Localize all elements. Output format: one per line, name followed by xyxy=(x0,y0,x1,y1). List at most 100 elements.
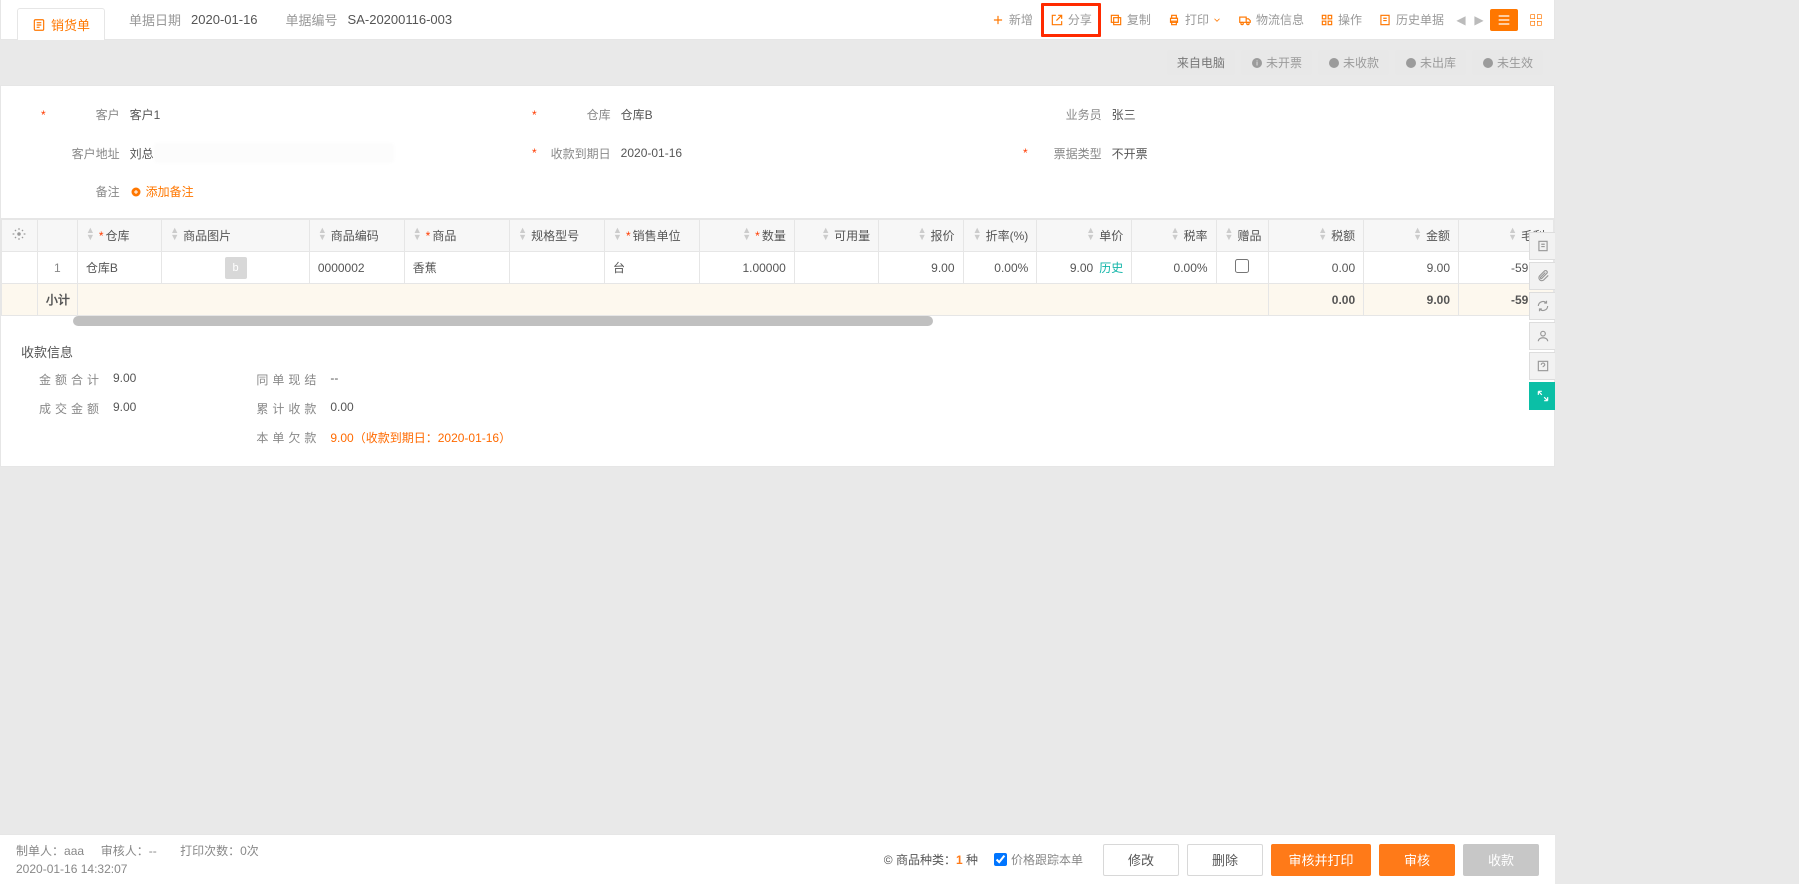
col-product[interactable]: ▲▼*商品 xyxy=(404,220,509,252)
info-icon: i xyxy=(1251,57,1263,69)
user-icon xyxy=(1536,329,1550,343)
badge-source: 来自电脑 xyxy=(1167,50,1235,75)
list-icon xyxy=(1496,12,1512,28)
top-bar: 销货单 单据日期 2020-01-16 单据编号 SA-20200116-003… xyxy=(0,0,1555,40)
badge-uninvoiced: i 未开票 xyxy=(1241,50,1312,75)
invoice-type-value[interactable]: 不开票 xyxy=(1112,145,1148,162)
action-history[interactable]: 历史单据 xyxy=(1370,6,1452,34)
payment-heading: 收款信息 xyxy=(1,326,1554,371)
rail-notes[interactable] xyxy=(1529,232,1555,260)
cell-sku[interactable]: 0000002 xyxy=(309,252,404,284)
col-available[interactable]: ▲▼可用量 xyxy=(794,220,878,252)
footer-bar: 制单人：aaa 审核人：-- 打印次数：0次 2020-01-16 14:32:… xyxy=(0,834,1555,884)
side-rail xyxy=(1529,232,1555,410)
prev-doc[interactable]: ◀ xyxy=(1452,6,1470,34)
auditor: -- xyxy=(149,844,157,858)
field-invoice-type: *票据类型 不开票 xyxy=(1023,143,1514,163)
cell-image[interactable]: b xyxy=(162,252,310,284)
info-icon xyxy=(1482,57,1494,69)
price-follow-checkbox[interactable]: 价格跟踪本单 xyxy=(994,851,1083,868)
action-copy[interactable]: 复制 xyxy=(1101,6,1159,34)
audit-button[interactable]: 审核 xyxy=(1379,844,1455,876)
rail-attach[interactable] xyxy=(1529,262,1555,290)
cell-quote[interactable]: 9.00 xyxy=(879,252,963,284)
col-gift[interactable]: ▲▼赠品 xyxy=(1216,220,1269,252)
order-icon xyxy=(32,18,46,32)
col-price[interactable]: ▲▼单价 xyxy=(1037,220,1132,252)
cell-price[interactable]: 9.00历史 xyxy=(1037,252,1132,284)
gift-checkbox[interactable] xyxy=(1235,259,1249,273)
salesman-value[interactable]: 张三 xyxy=(1112,106,1136,123)
doc-no-label: 单据编号 xyxy=(286,10,338,29)
cell-tax-rate[interactable]: 0.00% xyxy=(1132,252,1216,284)
view-card[interactable] xyxy=(1522,9,1550,31)
plus-circle-icon xyxy=(130,186,142,198)
audit-print-button[interactable]: 审核并打印 xyxy=(1271,844,1371,876)
action-logistics[interactable]: 物流信息 xyxy=(1230,6,1312,34)
help-icon xyxy=(1536,359,1550,373)
rail-help[interactable] xyxy=(1529,352,1555,380)
cell-tax-amt: 0.00 xyxy=(1269,252,1364,284)
table-row[interactable]: 1 仓库B b 0000002 香蕉 台 1.00000 9.00 0.00% … xyxy=(2,252,1554,284)
rail-refresh[interactable] xyxy=(1529,292,1555,320)
edit-button[interactable]: 修改 xyxy=(1103,844,1179,876)
field-customer: *客户 客户1 xyxy=(41,106,532,123)
subtotal-label: 小计 xyxy=(37,284,77,316)
add-note-button[interactable]: 添加备注 xyxy=(130,183,194,200)
accum-receipt: 0.00 xyxy=(330,400,353,417)
info-icon xyxy=(1405,57,1417,69)
subtotal-tax: 0.00 xyxy=(1269,284,1364,316)
top-actions: 新增 分享 复制 打印 物流信息 操作 历史单据 ◀ ▶ xyxy=(983,0,1554,39)
cell-qty[interactable]: 1.00000 xyxy=(699,252,794,284)
due-value[interactable]: 2020-01-16 xyxy=(621,146,682,160)
warehouse-value[interactable]: 仓库B xyxy=(621,106,653,123)
doc-date-label: 单据日期 xyxy=(129,10,181,29)
copy-icon xyxy=(1109,13,1123,27)
subtotal-amount: 9.00 xyxy=(1364,284,1459,316)
rail-expand[interactable] xyxy=(1529,382,1555,410)
address-value[interactable]: 刘总 xyxy=(130,145,154,162)
cell-gift[interactable] xyxy=(1216,252,1269,284)
action-print[interactable]: 打印 xyxy=(1159,6,1230,34)
col-amount[interactable]: ▲▼金额 xyxy=(1364,220,1459,252)
action-new[interactable]: 新增 xyxy=(983,6,1041,34)
tab-label: 销货单 xyxy=(51,15,90,34)
owed-amount: 9.00（收款到期日：2020-01-16） xyxy=(330,429,511,446)
col-spec[interactable]: ▲▼规格型号 xyxy=(510,220,605,252)
main-panel: *客户 客户1 *仓库 仓库B *业务员 张三 *客户地址 刘总 *收款到期日 … xyxy=(0,85,1555,467)
col-warehouse[interactable]: ▲▼*仓库 xyxy=(77,220,161,252)
view-list[interactable] xyxy=(1490,9,1518,31)
tab-sales-order[interactable]: 销货单 xyxy=(17,8,105,40)
cell-discount[interactable]: 0.00% xyxy=(963,252,1037,284)
cell-product[interactable]: 香蕉 xyxy=(404,252,509,284)
cell-available xyxy=(794,252,878,284)
next-doc[interactable]: ▶ xyxy=(1470,6,1488,34)
col-quote[interactable]: ▲▼报价 xyxy=(879,220,963,252)
note-icon xyxy=(1536,239,1550,253)
col-sku[interactable]: ▲▼商品编码 xyxy=(309,220,404,252)
maker: aaa xyxy=(64,844,84,858)
cell-sale-unit[interactable]: 台 xyxy=(605,252,700,284)
col-image[interactable]: ▲▼商品图片 xyxy=(162,220,310,252)
footer-center: © 商品种类：1 种 价格跟踪本单 xyxy=(884,851,1083,868)
col-discount[interactable]: ▲▼折率(%) xyxy=(963,220,1037,252)
col-tax-amt[interactable]: ▲▼税额 xyxy=(1269,220,1364,252)
expand-icon xyxy=(1536,389,1550,403)
rail-user[interactable] xyxy=(1529,322,1555,350)
action-ops[interactable]: 操作 xyxy=(1312,6,1370,34)
action-share[interactable]: 分享 xyxy=(1041,3,1101,37)
cell-warehouse[interactable]: 仓库B xyxy=(77,252,161,284)
share-icon xyxy=(1050,13,1064,27)
row-index: 1 xyxy=(37,252,77,284)
timestamp: 2020-01-16 14:32:07 xyxy=(16,862,127,876)
table-hscroll[interactable] xyxy=(1,316,1554,326)
price-history-link[interactable]: 历史 xyxy=(1099,261,1123,275)
delete-button[interactable]: 删除 xyxy=(1187,844,1263,876)
col-qty[interactable]: ▲▼*数量 xyxy=(699,220,794,252)
col-sale-unit[interactable]: ▲▼*销售单位 xyxy=(605,220,700,252)
customer-value[interactable]: 客户1 xyxy=(130,106,161,123)
col-tax-rate[interactable]: ▲▼税率 xyxy=(1132,220,1216,252)
col-settings[interactable] xyxy=(2,220,38,252)
doc-meta: 单据日期 2020-01-16 单据编号 SA-20200116-003 xyxy=(105,0,480,39)
cell-spec[interactable] xyxy=(510,252,605,284)
